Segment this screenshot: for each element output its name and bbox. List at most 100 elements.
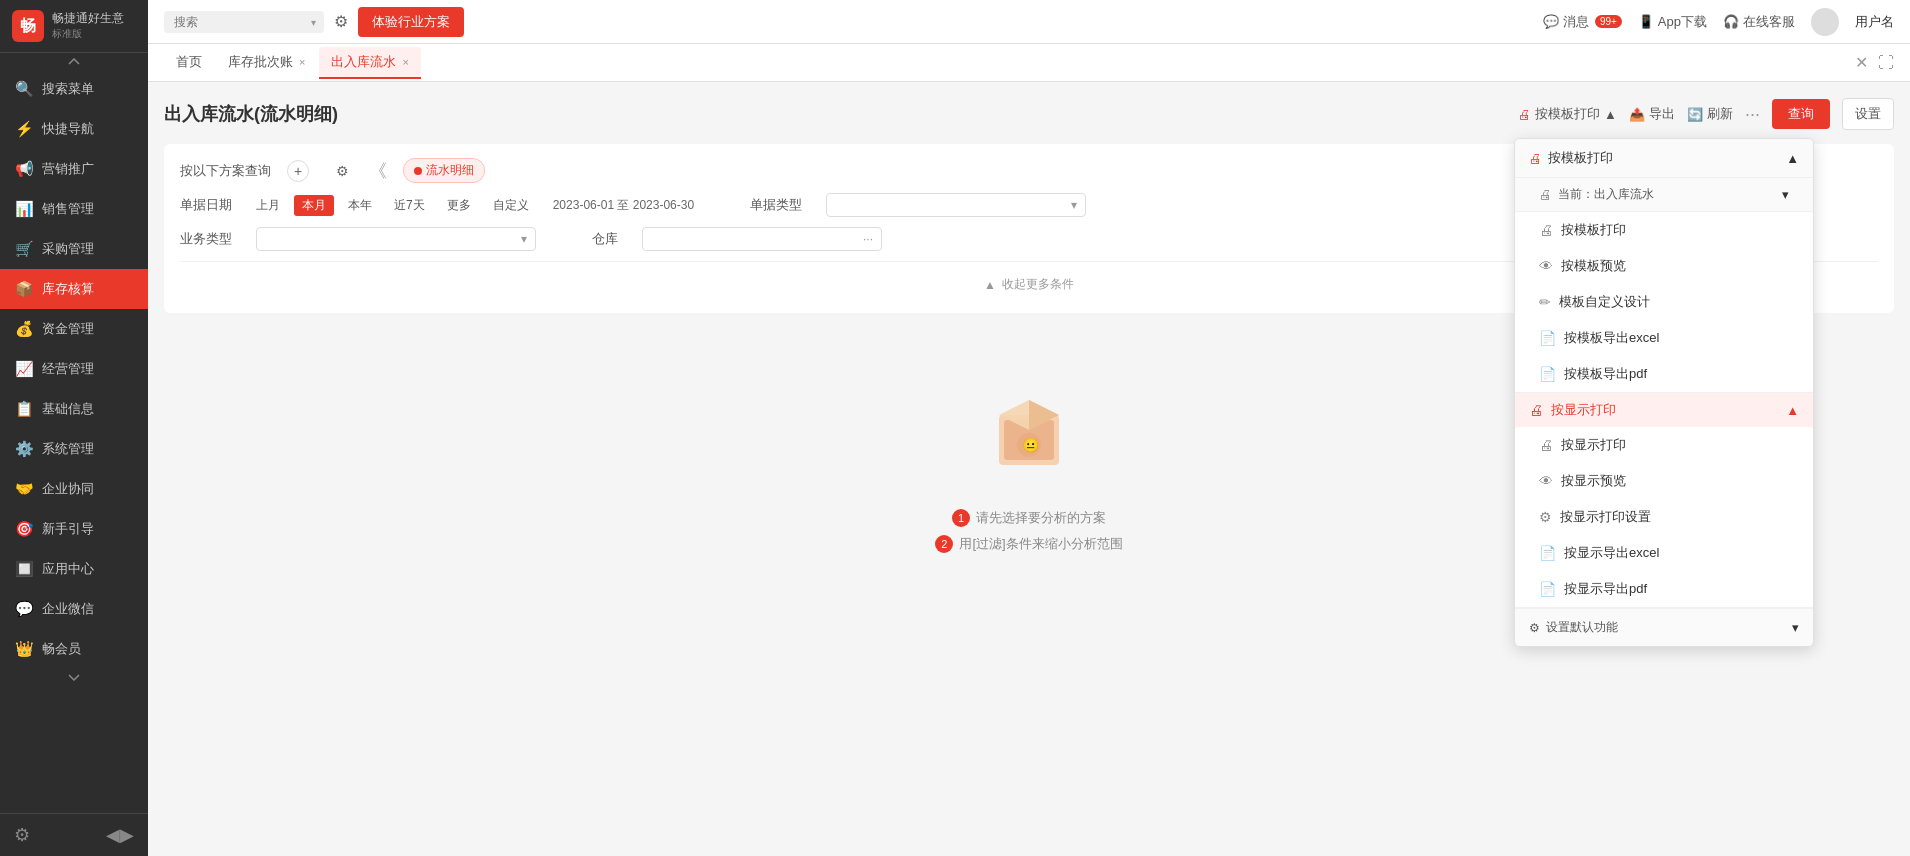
filter-tag-shuimingxi[interactable]: 流水明细 [403, 158, 485, 183]
filter-scheme-label: 按以下方案查询 [180, 162, 271, 180]
online-service-btn[interactable]: 🎧 在线客服 [1723, 13, 1795, 31]
warehouse-label: 仓库 [592, 230, 618, 248]
tab-home[interactable]: 首页 [164, 47, 214, 79]
export-btn[interactable]: 📤 导出 [1629, 105, 1675, 123]
biz-type-select[interactable]: ▾ [256, 227, 536, 251]
tabs-bar: 首页 库存批次账 × 出入库流水 × ✕ ⛶ [148, 44, 1910, 82]
industry-btn[interactable]: 体验行业方案 [358, 7, 464, 37]
sidebar-item-weixin[interactable]: 💬 企业微信 [0, 589, 148, 629]
topbar-left: ▾ ⚙ 体验行业方案 [164, 7, 464, 37]
add-filter-btn[interactable]: + [287, 160, 309, 182]
biz-type-chevron-icon: ▾ [521, 232, 527, 246]
doc-type-select[interactable]: ▾ [826, 193, 1086, 217]
sidebar-item-basic[interactable]: 📋 基础信息 [0, 389, 148, 429]
sidebar-item-purchase[interactable]: 🛒 采购管理 [0, 229, 148, 269]
dropdown-template-export-excel[interactable]: 📄 按模板导出excel [1515, 320, 1813, 356]
tab-batch-account-close[interactable]: × [299, 56, 305, 68]
search-input[interactable] [164, 11, 324, 33]
sidebar-item-quick-nav[interactable]: ⚡ 快捷导航 [0, 109, 148, 149]
settings-icon[interactable]: ⚙ [14, 824, 30, 846]
dropdown-template-custom[interactable]: ✏ 模板自定义设计 [1515, 284, 1813, 320]
refresh-icon: 🔄 [1687, 107, 1703, 122]
sidebar-item-guide[interactable]: 🎯 新手引导 [0, 509, 148, 549]
filter-tag-dot [414, 167, 422, 175]
tab-inout-flow-close[interactable]: × [402, 56, 408, 68]
settings-gear-icon[interactable]: ⚙ [334, 12, 348, 31]
logo-name: 畅捷通好生意 [52, 11, 124, 27]
dropdown-template-preview[interactable]: 👁 按模板预览 [1515, 248, 1813, 284]
dropdown-display-section: 🖨 按显示打印 👁 按显示预览 ⚙ 按显示打印设置 📄 [1515, 427, 1813, 608]
message-icon: 💬 [1543, 14, 1559, 29]
collapse-sidebar-icon[interactable]: ◀▶ [106, 824, 134, 846]
topbar-right: 💬 消息 99+ 📱 App下载 🎧 在线客服 用户名 [1543, 8, 1894, 36]
sidebar-item-app-center[interactable]: 🔲 应用中心 [0, 549, 148, 589]
topbar: ▾ ⚙ 体验行业方案 💬 消息 99+ 📱 App下载 🎧 在线客服 用户名 [148, 0, 1910, 44]
footer-settings-icon: ⚙ [1529, 621, 1540, 635]
date-options: 上月 本月 本年 近7天 更多 自定义 [248, 195, 537, 216]
template-export-excel-icon: 📄 [1539, 330, 1556, 346]
template-custom-icon: ✏ [1539, 294, 1551, 310]
tab-maximize-icon[interactable]: ⛶ [1878, 54, 1894, 72]
search-chevron-icon: ▾ [311, 16, 316, 27]
date-opt-custom[interactable]: 自定义 [485, 195, 537, 216]
doc-type-chevron-icon: ▾ [1071, 198, 1077, 212]
date-opt-this-year[interactable]: 本年 [340, 195, 380, 216]
page-header: 出入库流水(流水明细) 🖨 按模板打印 ▲ 📤 导出 🔄 刷新 ··· 查询 设… [164, 98, 1894, 130]
message-btn[interactable]: 💬 消息 99+ [1543, 13, 1622, 31]
dropdown-display-print[interactable]: 🖨 按显示打印 [1515, 427, 1813, 463]
tab-batch-account[interactable]: 库存批次账 × [216, 47, 317, 79]
dropdown-current-chevron[interactable]: ▾ [1782, 187, 1789, 202]
filter-gear-btn[interactable]: ⚙ [331, 160, 353, 182]
sidebar-item-marketing[interactable]: 📢 营销推广 [0, 149, 148, 189]
date-opt-more[interactable]: 更多 [439, 195, 479, 216]
empty-icon: 😐 [979, 385, 1079, 485]
sidebar-item-vip[interactable]: 👑 畅会员 [0, 629, 148, 669]
query-btn[interactable]: 查询 [1772, 99, 1830, 129]
date-opt-last-month[interactable]: 上月 [248, 195, 288, 216]
print-template-btn[interactable]: 🖨 按模板打印 ▲ [1518, 105, 1617, 123]
warehouse-select[interactable]: ··· [642, 227, 882, 251]
filter-collapse-btn[interactable]: 《 [369, 159, 387, 183]
dropdown-chevron-up-icon[interactable]: ▲ [1786, 151, 1799, 166]
sidebar-item-finance[interactable]: 💰 资金管理 [0, 309, 148, 349]
display-section-chevron-up: ▲ [1786, 403, 1799, 418]
dropdown-display-export-pdf[interactable]: 📄 按显示导出pdf [1515, 571, 1813, 607]
dropdown-footer[interactable]: ⚙ 设置默认功能 ▾ [1515, 608, 1813, 646]
sidebar-item-system[interactable]: ⚙️ 系统管理 [0, 429, 148, 469]
dropdown-display-export-excel[interactable]: 📄 按显示导出excel [1515, 535, 1813, 571]
sidebar-menu: 🔍 搜索菜单 ⚡ 快捷导航 📢 营销推广 📊 销售管理 🛒 采购管理 📦 库存核… [0, 53, 148, 813]
dropdown-display-preview[interactable]: 👁 按显示预览 [1515, 463, 1813, 499]
svg-text:😐: 😐 [1022, 437, 1040, 454]
content: 出入库流水(流水明细) 🖨 按模板打印 ▲ 📤 导出 🔄 刷新 ··· 查询 设… [148, 82, 1910, 856]
username: 用户名 [1855, 13, 1894, 31]
more-actions-icon[interactable]: ··· [1745, 104, 1760, 125]
avatar[interactable] [1811, 8, 1839, 36]
scroll-down-arrow[interactable] [66, 673, 82, 681]
date-opt-7days[interactable]: 近7天 [386, 195, 433, 216]
refresh-btn[interactable]: 🔄 刷新 [1687, 105, 1733, 123]
dropdown-template-print[interactable]: 🖨 按模板打印 [1515, 212, 1813, 248]
sidebar-item-search-menu[interactable]: 🔍 搜索菜单 [0, 69, 148, 109]
dropdown-template-export-pdf[interactable]: 📄 按模板导出pdf [1515, 356, 1813, 392]
dropdown-display-print-settings[interactable]: ⚙ 按显示打印设置 [1515, 499, 1813, 535]
system-icon: ⚙️ [14, 439, 34, 459]
main-area: ▾ ⚙ 体验行业方案 💬 消息 99+ 📱 App下载 🎧 在线客服 用户名 [148, 0, 1910, 856]
sidebar-item-operation[interactable]: 📈 经营管理 [0, 349, 148, 389]
tab-inout-flow[interactable]: 出入库流水 × [319, 47, 420, 79]
page-actions: 🖨 按模板打印 ▲ 📤 导出 🔄 刷新 ··· 查询 设置 [1518, 98, 1894, 130]
sidebar-item-sales[interactable]: 📊 销售管理 [0, 189, 148, 229]
sidebar-item-enterprise[interactable]: 🤝 企业协同 [0, 469, 148, 509]
dropdown-display-section-header[interactable]: 🖨 按显示打印 ▲ [1515, 393, 1813, 427]
dropdown-current-icon: 🖨 [1539, 187, 1552, 202]
date-opt-this-month[interactable]: 本月 [294, 195, 334, 216]
tab-close-all-icon[interactable]: ✕ [1855, 53, 1868, 72]
display-print-icon: 🖨 [1539, 437, 1553, 453]
page-title: 出入库流水(流水明细) [164, 102, 338, 126]
app-download-btn[interactable]: 📱 App下载 [1638, 13, 1707, 31]
sidebar-bottom: ⚙ ◀▶ [0, 813, 148, 856]
sidebar-item-inventory[interactable]: 📦 库存核算 [0, 269, 148, 309]
settings-btn[interactable]: 设置 [1842, 98, 1894, 130]
message-badge: 99+ [1595, 15, 1622, 28]
purchase-icon: 🛒 [14, 239, 34, 259]
scroll-up-arrow[interactable] [66, 57, 82, 65]
